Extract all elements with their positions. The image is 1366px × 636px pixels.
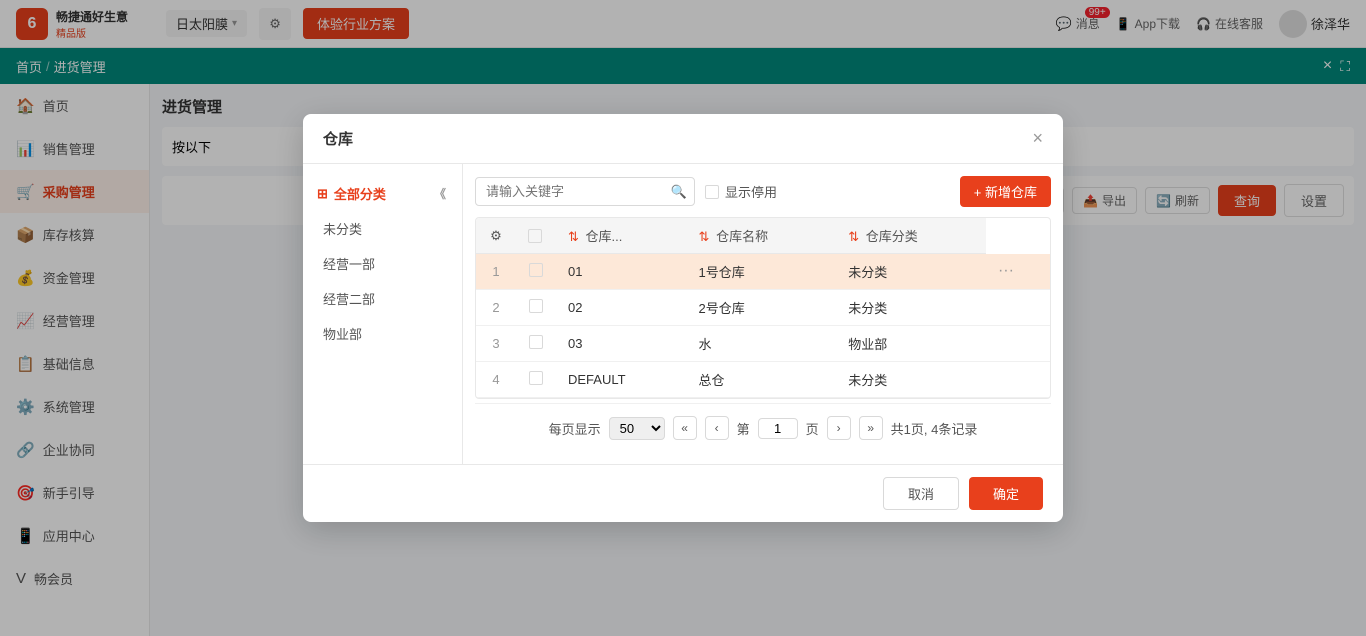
category-all[interactable]: ⊞ 全部分类 《 — [303, 176, 462, 211]
warehouse-table: ⚙ ⇅ 仓库... ⇅ 仓库名称 — [475, 217, 1051, 399]
page-label: 第 — [737, 419, 750, 438]
row-number: 4 — [476, 362, 516, 398]
row-checkbox[interactable] — [516, 326, 556, 362]
per-page-label: 每页显示 — [549, 419, 601, 438]
warehouse-dialog: 仓库 × ⊞ 全部分类 《 未分类 经营一部 经营二部 物业部 — [303, 114, 1063, 522]
page-input[interactable] — [758, 418, 798, 439]
show-disabled-label: 显示停用 — [725, 182, 777, 201]
row-checkbox[interactable] — [516, 290, 556, 326]
cancel-button[interactable]: 取消 — [883, 477, 959, 510]
last-page-button[interactable]: » — [859, 416, 883, 440]
category-item-dept1[interactable]: 经营一部 — [303, 246, 462, 281]
show-disabled-checkbox[interactable] — [705, 185, 719, 199]
row-code: DEFAULT — [556, 362, 687, 398]
col-checkbox-header[interactable] — [516, 218, 556, 254]
row-number: 3 — [476, 326, 516, 362]
row-category: 未分类 — [836, 254, 986, 290]
dialog-body: ⊞ 全部分类 《 未分类 经营一部 经营二部 物业部 🔍 — [303, 164, 1063, 464]
row-checkbox[interactable] — [516, 362, 556, 398]
dialog-right-panel: 🔍 显示停用 + 新增仓库 ⚙ — [463, 164, 1063, 464]
sort-icon: ⇅ — [568, 229, 579, 244]
category-panel: ⊞ 全部分类 《 未分类 经营一部 经营二部 物业部 — [303, 164, 463, 464]
row-category: 物业部 — [836, 326, 986, 362]
col-code-header[interactable]: ⇅ 仓库... — [556, 218, 687, 254]
next-page-button[interactable]: › — [827, 416, 851, 440]
dialog-header: 仓库 × — [303, 114, 1063, 164]
col-gear: ⚙ — [476, 218, 516, 254]
dialog-footer: 取消 确定 — [303, 464, 1063, 522]
category-item-uncategorized[interactable]: 未分类 — [303, 211, 462, 246]
col-name-header[interactable]: ⇅ 仓库名称 — [687, 218, 837, 254]
table-row[interactable]: 2 02 2号仓库 未分类 — [476, 290, 1050, 326]
row-number: 1 — [476, 254, 516, 290]
search-icon[interactable]: 🔍 — [671, 184, 687, 200]
row-category: 未分类 — [836, 362, 986, 398]
row-code: 03 — [556, 326, 687, 362]
category-item-dept2[interactable]: 经营二部 — [303, 281, 462, 316]
table-row[interactable]: 4 DEFAULT 总仓 未分类 — [476, 362, 1050, 398]
row-number: 2 — [476, 290, 516, 326]
dialog-title: 仓库 — [323, 128, 353, 149]
per-page-select[interactable]: 50 100 — [609, 417, 665, 440]
first-page-button[interactable]: « — [673, 416, 697, 440]
row-category: 未分类 — [836, 290, 986, 326]
row-name: 2号仓库 — [687, 290, 837, 326]
show-disabled-wrap: 显示停用 — [705, 182, 777, 201]
total-info: 共1页, 4条记录 — [891, 419, 978, 438]
grid-icon: ⊞ — [317, 186, 328, 202]
sort-icon2: ⇅ — [699, 229, 710, 244]
row-checkbox[interactable] — [516, 254, 556, 290]
category-item-property[interactable]: 物业部 — [303, 316, 462, 351]
table-row[interactable]: 3 03 水 物业部 — [476, 326, 1050, 362]
page-suffix: 页 — [806, 419, 819, 438]
dialog-overlay: 仓库 × ⊞ 全部分类 《 未分类 经营一部 经营二部 物业部 — [0, 0, 1366, 636]
row-name: 总仓 — [687, 362, 837, 398]
table-row[interactable]: 1 01 1号仓库 未分类··· — [476, 254, 1050, 290]
prev-page-button[interactable]: ‹ — [705, 416, 729, 440]
sort-icon3: ⇅ — [848, 229, 859, 244]
add-warehouse-button[interactable]: + 新增仓库 — [960, 176, 1051, 207]
col-category-header[interactable]: ⇅ 仓库分类 — [836, 218, 986, 254]
search-input-wrap: 🔍 — [475, 177, 695, 206]
collapse-button[interactable]: 《 — [432, 186, 448, 202]
confirm-button[interactable]: 确定 — [969, 477, 1043, 510]
row-code: 02 — [556, 290, 687, 326]
dialog-close-button[interactable]: × — [1032, 128, 1043, 149]
row-name: 1号仓库 — [687, 254, 837, 290]
row-more-btn[interactable]: ··· — [986, 254, 1050, 290]
pagination: 每页显示 50 100 « ‹ 第 页 › » 共1页, 4条记录 — [475, 403, 1051, 452]
row-code: 01 — [556, 254, 687, 290]
dialog-search-bar: 🔍 显示停用 + 新增仓库 — [475, 176, 1051, 207]
search-input[interactable] — [475, 177, 695, 206]
row-name: 水 — [687, 326, 837, 362]
